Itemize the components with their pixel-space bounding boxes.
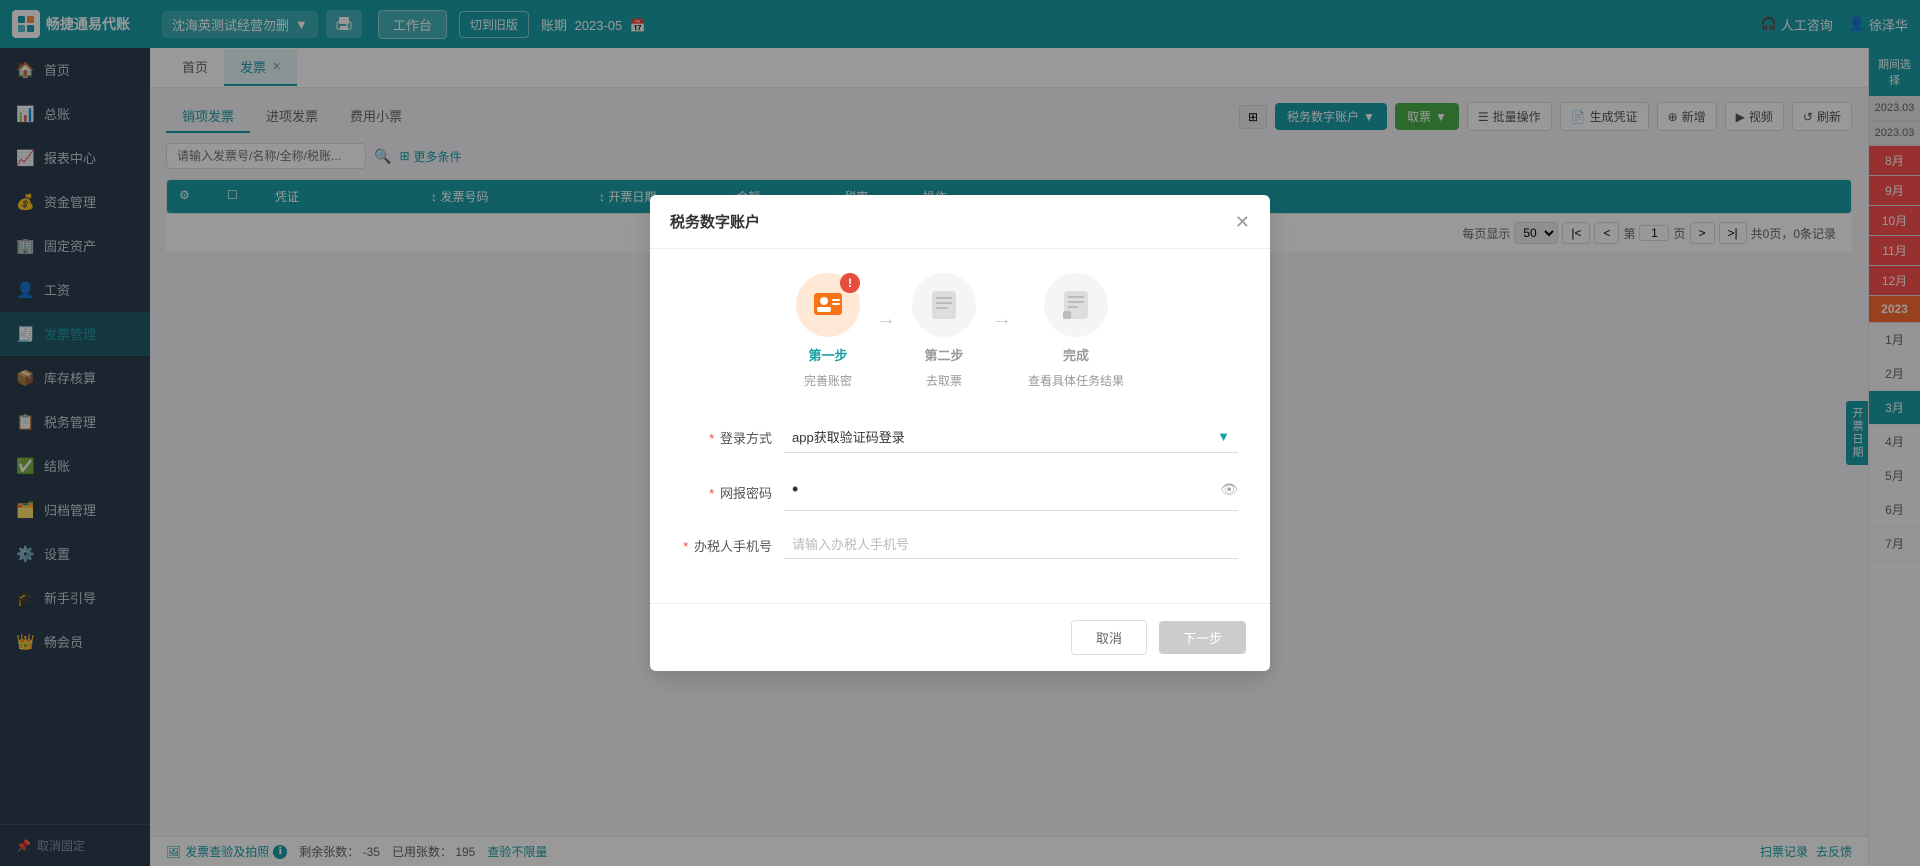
password-row: * 网报密码 👁 [682, 473, 1238, 511]
modal-title: 税务数字账户 [670, 211, 760, 232]
phone-input[interactable] [784, 531, 1238, 559]
step-2: 第二步 去取票 [912, 273, 976, 389]
modal-footer: 取消 下一步 [650, 603, 1270, 671]
steps-row: ! 第一步 完善账密 → [682, 273, 1238, 389]
password-label: * 网报密码 [682, 483, 772, 502]
step-1-desc: 完善账密 [804, 372, 852, 389]
login-method-row: * 登录方式 app获取验证码登录 ▼ [682, 421, 1238, 453]
next-button[interactable]: 下一步 [1159, 621, 1246, 654]
arrow-1: → [860, 308, 912, 331]
modal-overlay: 税务数字账户 ✕ ! [0, 0, 1920, 866]
modal-body: ! 第一步 完善账密 → [650, 249, 1270, 603]
step-3-desc: 查看具体任务结果 [1028, 372, 1124, 389]
step-2-desc: 去取票 [926, 372, 962, 389]
tax-account-modal: 税务数字账户 ✕ ! [650, 195, 1270, 671]
modal-close-button[interactable]: ✕ [1235, 213, 1250, 231]
password-input[interactable] [784, 473, 1220, 506]
toggle-password-icon[interactable]: 👁 [1220, 481, 1238, 498]
arrow-2: → [976, 308, 1028, 331]
step-3-label: 完成 [1063, 345, 1089, 364]
login-method-select[interactable]: app获取验证码登录 ▼ [784, 421, 1238, 453]
select-arrow-icon: ▼ [1217, 429, 1230, 444]
step-2-icon-wrap [912, 273, 976, 337]
step-3-icon-wrap [1044, 273, 1108, 337]
step-2-label: 第二步 [924, 345, 963, 364]
login-method-label: * 登录方式 [682, 428, 772, 447]
step-3: 完成 查看具体任务结果 [1028, 273, 1124, 389]
modal-header: 税务数字账户 ✕ [650, 195, 1270, 249]
step-1-label: 第一步 [808, 345, 847, 364]
step-1: ! 第一步 完善账密 [796, 273, 860, 389]
step-1-icon-wrap: ! [796, 273, 860, 337]
phone-label: * 办税人手机号 [682, 536, 772, 555]
phone-row: * 办税人手机号 [682, 531, 1238, 559]
step-1-badge: ! [840, 273, 860, 293]
cancel-button[interactable]: 取消 [1071, 620, 1147, 655]
